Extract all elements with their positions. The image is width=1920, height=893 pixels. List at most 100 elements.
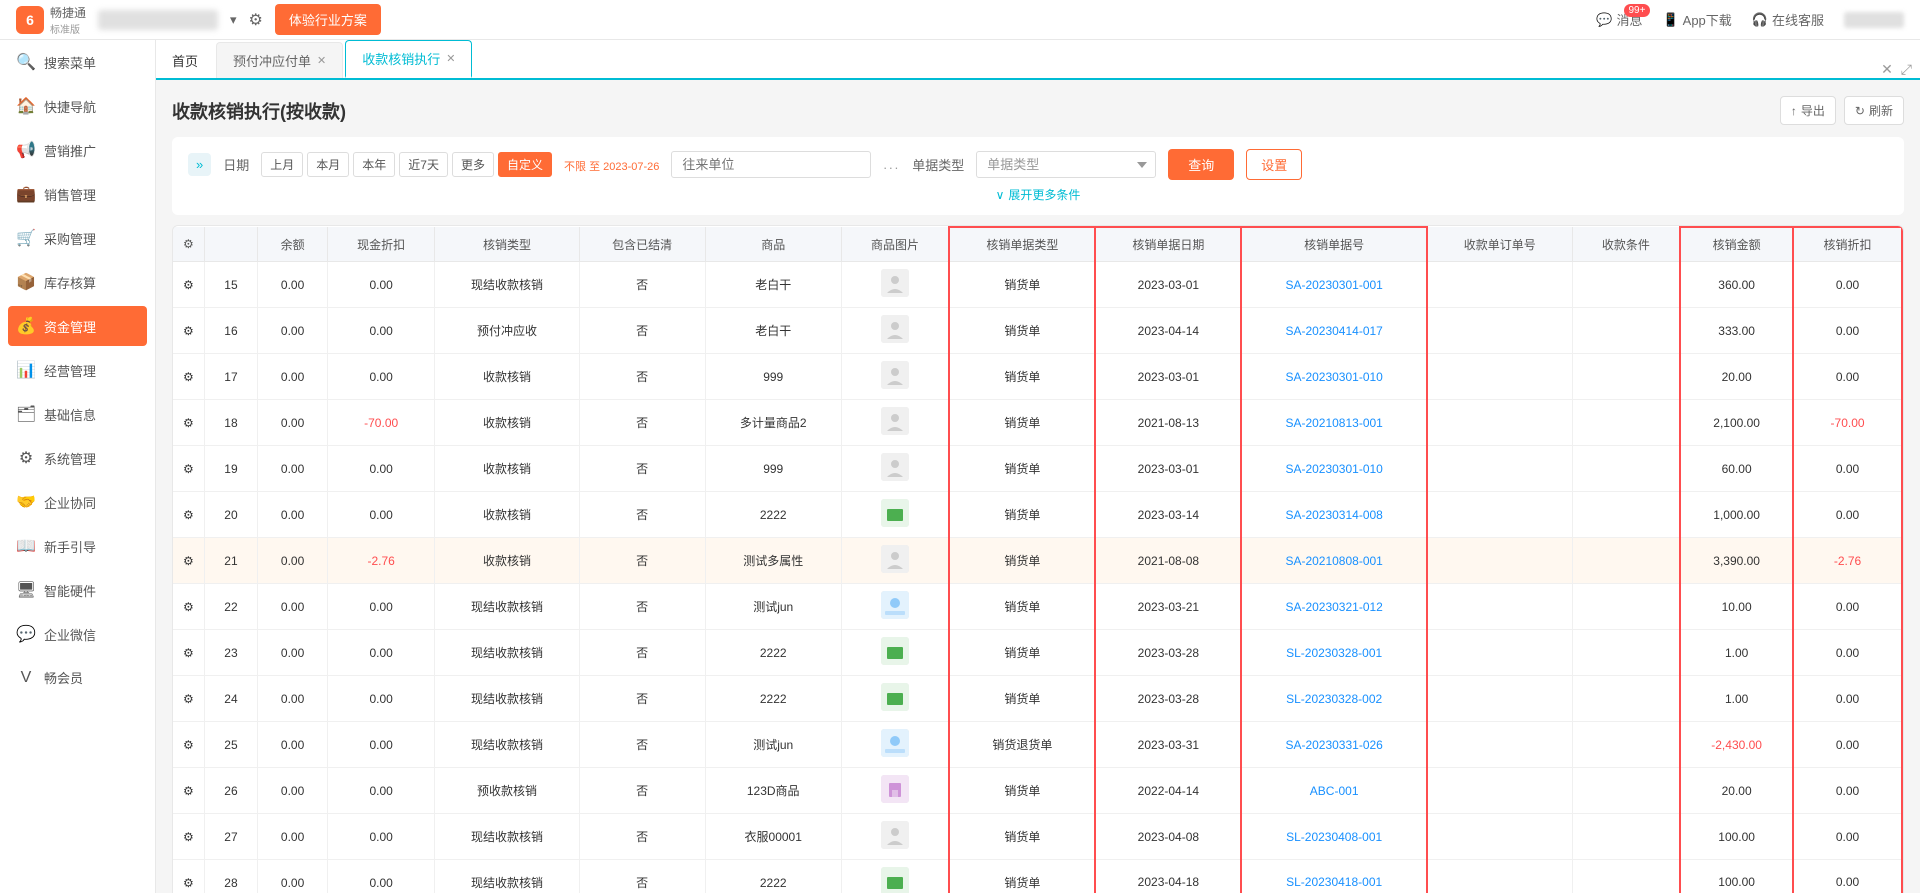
tab-collection-close[interactable]: ✕ (446, 52, 455, 65)
cell-cancel-type: 现结收款核销 (435, 676, 579, 722)
cell-included-settled: 否 (579, 814, 705, 860)
sidebar-item-marketing[interactable]: 📢 营销推广 (0, 128, 155, 172)
table-row: ⚙ 24 0.00 0.00 现结收款核销 否 2222 销货单 2023-03… (173, 676, 1902, 722)
col-balance: 余额 (258, 227, 328, 262)
tab-prepay[interactable]: 预付冲应付单 ✕ (216, 42, 343, 78)
counterpart-input[interactable] (671, 151, 871, 178)
sidebar-item-member[interactable]: V 畅会员 (0, 656, 155, 699)
bill-no-link[interactable]: SA-20230314-008 (1285, 508, 1382, 522)
bill-no-link[interactable]: SA-20230321-012 (1285, 600, 1382, 614)
cell-receipt-order-no (1427, 630, 1572, 676)
table-row: ⚙ 16 0.00 0.00 预付冲应收 否 老白干 销货单 2023-04-1… (173, 308, 1902, 354)
cell-settings[interactable]: ⚙ (173, 400, 204, 446)
bill-no-link[interactable]: SA-20230414-017 (1285, 324, 1382, 338)
tab-close-btn[interactable]: ✕ (1881, 61, 1893, 78)
cell-settings[interactable]: ⚙ (173, 814, 204, 860)
cell-cancel-discount: 0.00 (1793, 584, 1902, 630)
cell-cancel-bill-no: SA-20230301-010 (1241, 446, 1427, 492)
bill-no-link[interactable]: ABC-001 (1310, 784, 1359, 798)
sidebar-item-enterprise[interactable]: 🤝 企业协同 (0, 480, 155, 524)
bill-no-link[interactable]: SL-20230408-001 (1286, 830, 1382, 844)
sidebar-item-finance[interactable]: 💰 资金管理 (8, 306, 147, 346)
cell-goods: 2222 (705, 676, 841, 722)
sidebar-item-hardware[interactable]: 🖥 智能硬件 (0, 568, 155, 612)
online-support-item[interactable]: 🎧 在线客服 (1752, 10, 1824, 29)
cell-settings[interactable]: ⚙ (173, 768, 204, 814)
trial-btn[interactable]: 体验行业方案 (275, 4, 381, 35)
cell-cancel-discount: 0.00 (1793, 354, 1902, 400)
sidebar-item-wechat[interactable]: 💬 企业微信 (0, 612, 155, 656)
cell-receipt-condition (1572, 722, 1680, 768)
refresh-btn[interactable]: ↻ 刷新 (1844, 96, 1904, 125)
settings-icon[interactable]: ⚙ (249, 10, 263, 30)
filter-settings-btn[interactable]: 设置 (1246, 149, 1302, 180)
cell-receipt-order-no (1427, 676, 1572, 722)
cell-settings[interactable]: ⚙ (173, 860, 204, 893)
app-download-item[interactable]: 📱 App下载 (1662, 10, 1731, 29)
bill-no-link[interactable]: SA-20230331-026 (1285, 738, 1382, 752)
cell-settings[interactable]: ⚙ (173, 630, 204, 676)
cell-settings[interactable]: ⚙ (173, 354, 204, 400)
date-btn-this-year[interactable]: 本年 (353, 152, 395, 177)
sidebar-item-search[interactable]: 🔍 搜索菜单 (0, 40, 155, 84)
cell-receipt-order-no (1427, 768, 1572, 814)
bill-no-link[interactable]: SA-20210808-001 (1285, 554, 1382, 568)
sidebar-label-inventory: 库存核算 (44, 273, 96, 292)
table-row: ⚙ 25 0.00 0.00 现结收款核销 否 测试jun 销货退货单 2023… (173, 722, 1902, 768)
date-btn-last-month[interactable]: 上月 (261, 152, 303, 177)
sidebar-item-sales[interactable]: 💼 销售管理 (0, 172, 155, 216)
bill-no-link[interactable]: SL-20230328-001 (1286, 646, 1382, 660)
bill-no-link[interactable]: SA-20230301-010 (1285, 462, 1382, 476)
col-settings[interactable]: ⚙ (173, 227, 204, 262)
bill-no-link[interactable]: SA-20230301-001 (1285, 278, 1382, 292)
export-btn[interactable]: ↑ 导出 (1780, 96, 1836, 125)
date-btn-this-month[interactable]: 本月 (307, 152, 349, 177)
cell-settings[interactable]: ⚙ (173, 722, 204, 768)
sidebar-item-guide[interactable]: 📖 新手引导 (0, 524, 155, 568)
cell-goods: 测试多属性 (705, 538, 841, 584)
sidebar-item-quicknav[interactable]: 🏠 快捷导航 (0, 84, 155, 128)
sidebar-item-basic[interactable]: 🗂 基础信息 (0, 392, 155, 436)
tab-prepay-close[interactable]: ✕ (317, 54, 326, 67)
purchase-icon: 🛒 (16, 228, 36, 248)
cell-cancel-bill-type: 销货退货单 (949, 722, 1095, 768)
cell-settings[interactable]: ⚙ (173, 308, 204, 354)
date-btn-7days[interactable]: 近7天 (399, 152, 448, 177)
cell-cancel-amount: 100.00 (1680, 814, 1793, 860)
tab-home[interactable]: 首页 (156, 43, 214, 78)
sidebar-item-operations[interactable]: 📊 经营管理 (0, 348, 155, 392)
cell-cancel-bill-no: SA-20230414-017 (1241, 308, 1427, 354)
cell-settings[interactable]: ⚙ (173, 446, 204, 492)
query-btn[interactable]: 查询 (1168, 149, 1234, 180)
table-row: ⚙ 26 0.00 0.00 预收款核销 否 123D商品 销货单 2022-0… (173, 768, 1902, 814)
company-dropdown-icon[interactable]: ▾ (230, 12, 237, 28)
bill-no-link[interactable]: SL-20230328-002 (1286, 692, 1382, 706)
bill-no-link[interactable]: SA-20210813-001 (1285, 416, 1382, 430)
cell-settings[interactable]: ⚙ (173, 538, 204, 584)
receipt-type-label: 单据类型 (912, 155, 964, 174)
cell-settings[interactable]: ⚙ (173, 492, 204, 538)
tab-maximize-btn[interactable]: ⤢ (1901, 61, 1912, 78)
sidebar-item-purchase[interactable]: 🛒 采购管理 (0, 216, 155, 260)
expand-more-btn[interactable]: ∨ 展开更多条件 (996, 186, 1081, 203)
receipt-type-select[interactable]: 单据类型 (976, 151, 1156, 178)
sidebar-label-enterprise: 企业协同 (44, 493, 96, 512)
expand-filter-btn[interactable]: » (188, 153, 211, 176)
messages-item[interactable]: 💬 消息 99+ (1596, 10, 1642, 29)
cell-cancel-type: 收款核销 (435, 400, 579, 446)
date-btn-more[interactable]: 更多 (452, 152, 494, 177)
cell-included-settled: 否 (579, 768, 705, 814)
cell-settings[interactable]: ⚙ (173, 262, 204, 308)
cell-cancel-type: 收款核销 (435, 446, 579, 492)
table-scroll[interactable]: ⚙ 余额 现金折扣 核销类型 包含已结清 商品 商品图片 核销单据类型 核销单据… (173, 226, 1903, 893)
tab-collection[interactable]: 收款核销执行 ✕ (345, 40, 472, 78)
cell-goods: 老白干 (705, 308, 841, 354)
sidebar-item-system[interactable]: ⚙ 系统管理 (0, 436, 155, 480)
cell-settings[interactable]: ⚙ (173, 676, 204, 722)
col-cancel-bill-date: 核销单据日期 (1095, 227, 1241, 262)
date-btn-custom[interactable]: 自定义 (498, 152, 552, 177)
bill-no-link[interactable]: SL-20230418-001 (1286, 875, 1382, 889)
sidebar-item-inventory[interactable]: 📦 库存核算 (0, 260, 155, 304)
cell-settings[interactable]: ⚙ (173, 584, 204, 630)
bill-no-link[interactable]: SA-20230301-010 (1285, 370, 1382, 384)
